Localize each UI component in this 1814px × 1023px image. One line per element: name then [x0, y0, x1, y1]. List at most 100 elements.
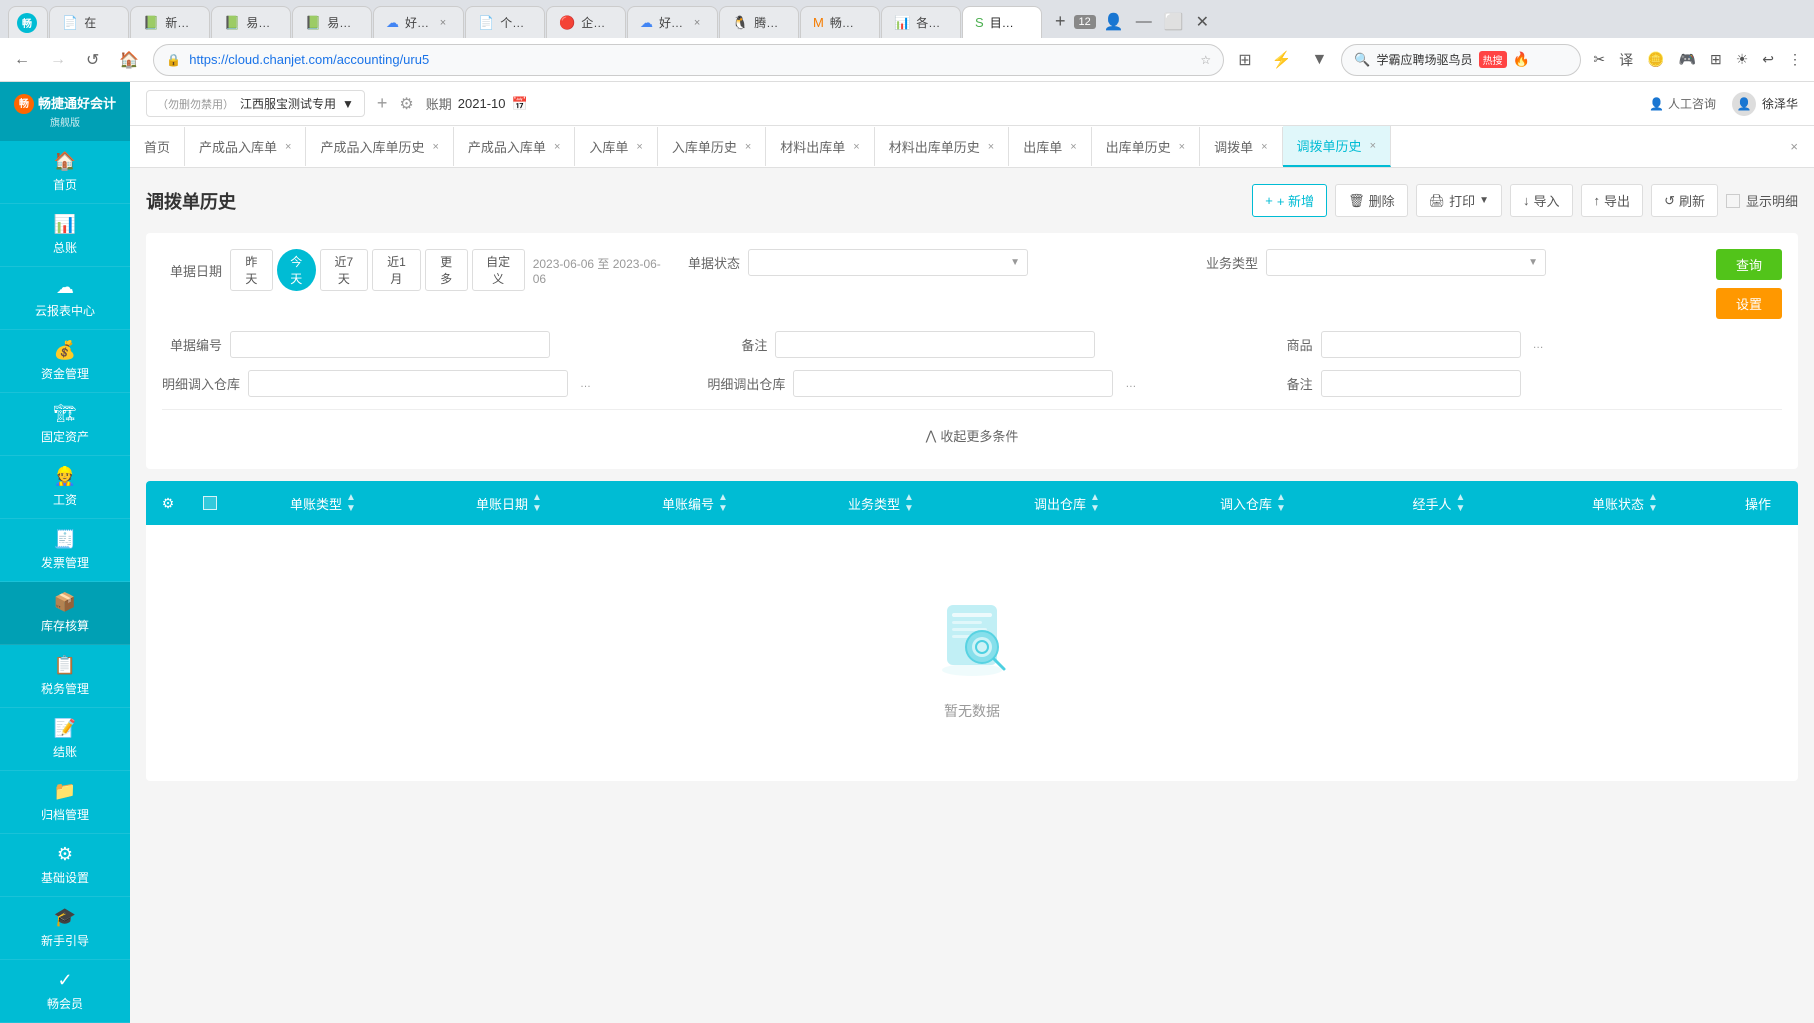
sidebar-item-close[interactable]: 📝 结账 [0, 708, 130, 771]
detail-out-more-icon[interactable]: … [1125, 378, 1136, 390]
history-tool[interactable]: ↩ [1758, 47, 1778, 72]
maximize-button[interactable]: ⬜ [1160, 10, 1188, 34]
sidebar-item-ledger[interactable]: 📊 总账 [0, 204, 130, 267]
detail-in-more-icon[interactable]: … [580, 378, 591, 390]
sidebar-item-archive[interactable]: 📁 归档管理 [0, 771, 130, 834]
tab-close-out-history[interactable]: × [1179, 141, 1185, 153]
page-tab-material-out[interactable]: 材料出库单 × [766, 127, 874, 166]
note-input[interactable] [775, 331, 1095, 358]
th-doc-date[interactable]: 单账日期 ▲▼ [416, 492, 602, 514]
org-settings-button[interactable]: ⚙ [399, 94, 413, 114]
tab-close-in-history[interactable]: × [745, 141, 751, 153]
th-out-warehouse[interactable]: 调出仓库 ▲▼ [974, 492, 1160, 514]
biztype-select[interactable] [1266, 249, 1546, 276]
week-btn[interactable]: 近7天 [320, 249, 369, 291]
goods-more-icon[interactable]: … [1533, 339, 1544, 351]
th-doc-no[interactable]: 单账编号 ▲▼ [602, 492, 788, 514]
add-org-button[interactable]: + [377, 93, 388, 114]
new-tab-button[interactable]: + [1051, 9, 1070, 34]
detail-in-input[interactable] [248, 370, 568, 397]
th-doc-status[interactable]: 单账状态 ▲▼ [1532, 492, 1718, 514]
profile-button[interactable]: 👤 [1100, 10, 1128, 34]
print-button[interactable]: 🖨 打印 ▼ [1416, 184, 1502, 217]
page-tab-product-in-history[interactable]: 产成品入库单历史 × [306, 127, 453, 166]
browser-tab-8[interactable]: ☁ 好… × [627, 6, 718, 38]
display-checkbox[interactable] [1726, 194, 1740, 208]
tab-close-material-out-history[interactable]: × [988, 141, 994, 153]
page-tab-out[interactable]: 出库单 × [1009, 127, 1091, 166]
home-button[interactable]: 🏠 [113, 46, 145, 74]
page-tab-transfer-history[interactable]: 调拨单历史 × [1283, 126, 1391, 167]
browser-tab-3[interactable]: 📗 易… [211, 6, 291, 38]
detail-note-input[interactable] [1321, 370, 1521, 397]
calendar-icon[interactable]: 📅 [512, 96, 528, 112]
sidebar-item-salary[interactable]: 👷 工资 [0, 456, 130, 519]
browser-tab-10[interactable]: M 畅… [800, 6, 880, 38]
month-btn[interactable]: 近1月 [372, 249, 421, 291]
page-tab-in[interactable]: 入库单 × [575, 127, 657, 166]
browser-tab-4[interactable]: 📗 易… [292, 6, 372, 38]
sidebar-item-assets[interactable]: 🏗 固定资产 [0, 393, 130, 456]
custom-btn[interactable]: 自定义 [472, 249, 525, 291]
header-checkbox[interactable] [203, 496, 217, 510]
goods-input[interactable] [1321, 331, 1521, 358]
docno-input[interactable] [230, 331, 550, 358]
tab-close-8[interactable]: × [689, 15, 705, 31]
theme-tool[interactable]: ☀ [1732, 47, 1753, 72]
import-button[interactable]: ↓ 导入 [1510, 184, 1573, 217]
sidebar-item-capital[interactable]: 💰 资金管理 [0, 330, 130, 393]
refresh-button[interactable]: ↺ 刷新 [1651, 184, 1718, 217]
browser-tab-6[interactable]: 📄 个… [465, 6, 545, 38]
page-tab-material-out-history[interactable]: 材料出库单历史 × [875, 127, 1009, 166]
game-tool[interactable]: 🎮 [1675, 47, 1700, 72]
page-tab-home[interactable]: 首页 [130, 127, 185, 166]
browser-tab-2[interactable]: 📗 新… [130, 6, 210, 38]
page-tab-product-in2[interactable]: 产成品入库单 × [454, 127, 575, 166]
page-tab-transfer[interactable]: 调拨单 × [1200, 127, 1282, 166]
collapse-button[interactable]: ⋀ 收起更多条件 [162, 418, 1782, 453]
th-handler[interactable]: 经手人 ▲▼ [1346, 492, 1532, 514]
org-selector[interactable]: （勿删勿禁用） 江西服宝测试专用 ▼ [146, 90, 365, 117]
more-btn[interactable]: 更多 [425, 249, 468, 291]
display-toggle[interactable]: 显示明细 [1726, 191, 1798, 210]
page-tab-in-history[interactable]: 入库单历史 × [658, 127, 766, 166]
th-biz-type[interactable]: 业务类型 ▲▼ [788, 492, 974, 514]
browser-tab-11[interactable]: 📊 各… [881, 6, 961, 38]
new-button[interactable]: + + 新增 [1252, 184, 1327, 217]
sidebar-item-home[interactable]: 🏠 首页 [0, 141, 130, 204]
export-button[interactable]: ↑ 导出 [1581, 184, 1644, 217]
close-button[interactable]: ✕ [1192, 10, 1213, 34]
search-box[interactable]: 🔍 学霸应聘场驱鸟员 热搜 🔥 [1341, 44, 1581, 76]
forward-button[interactable]: → [44, 47, 72, 73]
detail-out-input[interactable] [793, 370, 1113, 397]
tab-count-badge[interactable]: 12 [1074, 15, 1096, 29]
tab-close-product-in2[interactable]: × [554, 141, 560, 153]
reload-button[interactable]: ↺ [80, 46, 105, 74]
tab-close-product-in-history[interactable]: × [432, 141, 438, 153]
coin-tool[interactable]: 🪙 [1643, 47, 1668, 72]
address-bar[interactable]: 🔒 https://cloud.chanjet.com/accounting/u… [153, 44, 1224, 76]
sidebar-item-invoice[interactable]: 🧾 发票管理 [0, 519, 130, 582]
delete-button[interactable]: 🗑 删除 [1335, 184, 1408, 217]
sidebar-item-guide[interactable]: 🎓 新手引导 [0, 897, 130, 960]
sidebar-item-inventory[interactable]: 📦 库存核算 [0, 582, 130, 645]
menu-tool[interactable]: ⋮ [1784, 47, 1806, 72]
tab-nav-close[interactable]: × [1782, 131, 1806, 162]
tab-close-transfer[interactable]: × [1261, 141, 1267, 153]
tab-close-product-in[interactable]: × [285, 141, 291, 153]
th-doc-type[interactable]: 单账类型 ▲▼ [230, 492, 416, 514]
extensions-button[interactable]: ⊞ [1232, 46, 1257, 74]
th-checkbox[interactable] [190, 496, 230, 510]
today-btn[interactable]: 今天 [277, 249, 316, 291]
tab-close-5[interactable]: × [435, 15, 451, 31]
th-in-warehouse[interactable]: 调入仓库 ▲▼ [1160, 492, 1346, 514]
th-settings[interactable]: ⚙ [146, 495, 190, 512]
grid-tool[interactable]: ⊞ [1706, 47, 1726, 72]
translate-tool[interactable]: 译 [1615, 46, 1637, 74]
dropdown-button[interactable]: ▼ [1306, 47, 1334, 73]
settings-filter-button[interactable]: 设置 [1716, 288, 1782, 319]
back-button[interactable]: ← [8, 47, 36, 73]
status-select[interactable] [748, 249, 1028, 276]
yesterday-btn[interactable]: 昨天 [230, 249, 273, 291]
tab-close-out[interactable]: × [1070, 141, 1076, 153]
